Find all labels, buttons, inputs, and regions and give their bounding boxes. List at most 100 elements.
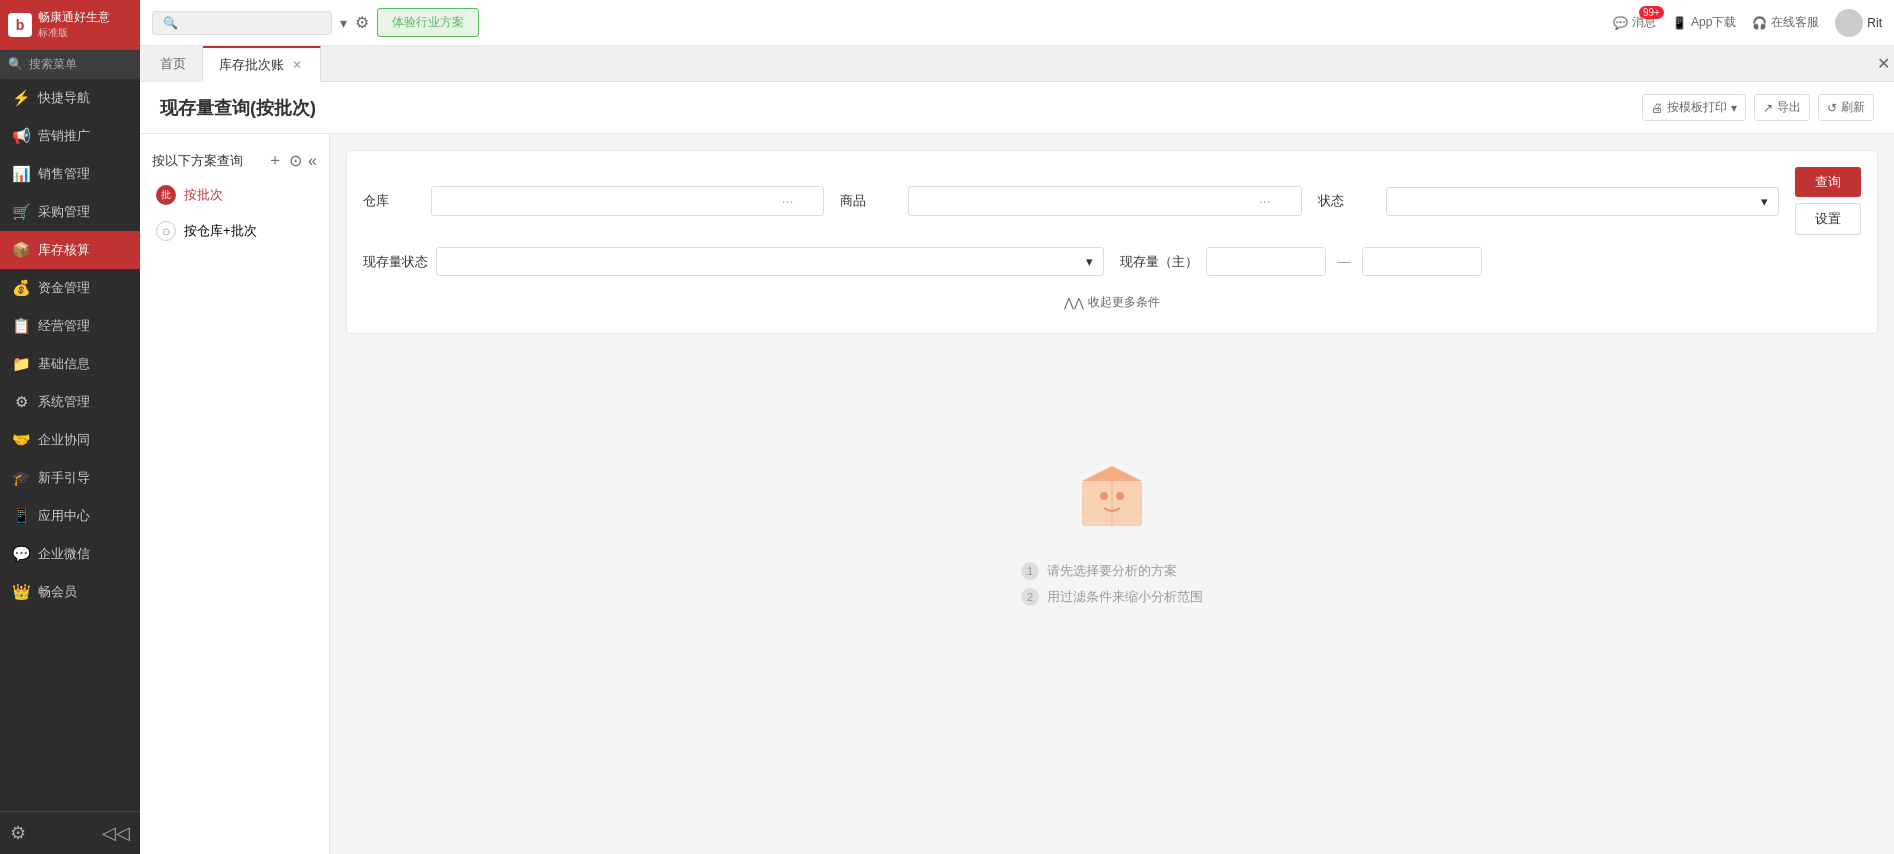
warehouse-filter-input[interactable]: ··· [431, 186, 824, 216]
inventory-status-label: 现存量状态 [363, 253, 428, 271]
message-badge: 99+ [1639, 6, 1664, 19]
tab-close-button[interactable]: ✕ [290, 58, 304, 72]
user-avatar-button[interactable]: Rit [1835, 9, 1882, 37]
headset-icon: 🎧 [1752, 16, 1767, 30]
query-button[interactable]: 查询 [1795, 167, 1861, 197]
right-panel: 仓库 ··· 商品 ··· [330, 134, 1894, 854]
left-panel-actions: ＋ ⊙ « [267, 150, 317, 171]
export-button[interactable]: ↗ 导出 [1754, 94, 1810, 121]
sidebar-item-vip[interactable]: 👑 畅会员 [0, 573, 140, 611]
message-icon: 💬 [1613, 16, 1628, 30]
print-button[interactable]: 🖨 按模板打印 ▾ [1642, 94, 1746, 121]
topbar-search-input[interactable] [184, 16, 304, 30]
topbar: 🔍 ▾ ⚙ 体验行业方案 💬 消息 99+ 📱 App下载 🎧 在线客服 [140, 0, 1894, 46]
topbar-search-area[interactable]: 🔍 [152, 11, 332, 35]
quick-nav-icon: ⚡ [12, 89, 30, 107]
sidebar-nav: ⚡ 快捷导航 📢 营销推广 📊 销售管理 🛒 采购管理 📦 库存核算 💰 [0, 79, 140, 811]
empty-tip-2: 2 用过滤条件来缩小分析范围 [1021, 588, 1203, 606]
vip-icon: 👑 [12, 583, 30, 601]
enterprise-wechat-icon: 💬 [12, 545, 30, 563]
empty-state: 1 请先选择要分析的方案 2 用过滤条件来缩小分析范围 [346, 346, 1878, 686]
sidebar-item-system[interactable]: ⚙ 系统管理 [0, 383, 140, 421]
export-icon: ↗ [1763, 101, 1773, 115]
experience-button[interactable]: 体验行业方案 [377, 8, 479, 37]
topbar-dropdown-button[interactable]: ▾ [340, 15, 347, 31]
filter-item-product: 商品 ··· [840, 186, 1301, 216]
sidebar-header: b 畅康通好生意 标准版 [0, 0, 140, 50]
app-center-icon: 📱 [12, 507, 30, 525]
page-area: 现存量查询(按批次) 🖨 按模板打印 ▾ ↗ 导出 ↺ 刷新 [140, 82, 1894, 854]
tab-home[interactable]: 首页 [144, 46, 203, 82]
sidebar-item-operation[interactable]: 📋 经营管理 [0, 307, 140, 345]
collapse-chevron-up-icon: ⋀⋀ [1064, 296, 1084, 310]
empty-icon-area [1052, 426, 1172, 546]
settings-footer-button[interactable]: ⚙ [10, 822, 26, 844]
filter-row-1: 仓库 ··· 商品 ··· [363, 167, 1861, 235]
status-filter-select[interactable]: ▾ [1386, 187, 1779, 216]
printer-icon: 🖨 [1651, 101, 1663, 115]
inventory-status-select[interactable]: ▾ [436, 247, 1104, 276]
filter-action-buttons: 查询 设置 [1795, 167, 1861, 235]
tabbar-close-button[interactable]: ✕ [1877, 54, 1890, 73]
marketing-icon: 📢 [12, 127, 30, 145]
sidebar: b 畅康通好生意 标准版 🔍 搜索菜单 ⚡ 快捷导航 📢 营销推广 📊 [0, 0, 140, 854]
warehouse-more-icon[interactable]: ··· [782, 193, 794, 209]
select-chevron-icon: ▾ [1761, 194, 1768, 209]
plan-item-batch[interactable]: 批 按批次 [140, 177, 329, 213]
sidebar-item-newbie[interactable]: 🎓 新手引导 [0, 459, 140, 497]
topbar-gear-button[interactable]: ⚙ [355, 13, 369, 32]
username-label: Rit [1867, 16, 1882, 30]
app-download-button[interactable]: 📱 App下载 [1672, 14, 1736, 31]
filter-section: 仓库 ··· 商品 ··· [346, 150, 1878, 334]
collapse-more-btn[interactable]: ⋀⋀ 收起更多条件 [363, 288, 1861, 317]
add-plan-button[interactable]: ＋ [267, 150, 283, 171]
app-version: 标准版 [38, 26, 110, 40]
search-menu-button[interactable]: 🔍 搜索菜单 [0, 50, 140, 79]
svg-point-4 [1116, 492, 1124, 500]
product-filter-input[interactable]: ··· [908, 186, 1301, 216]
finance-icon: 💰 [12, 279, 30, 297]
enterprise-icon: 🤝 [12, 431, 30, 449]
collapse-panel-button[interactable]: « [308, 152, 317, 170]
inventory-qty-min-input[interactable] [1206, 247, 1326, 276]
main-content: 🔍 ▾ ⚙ 体验行业方案 💬 消息 99+ 📱 App下载 🎧 在线客服 [140, 0, 1894, 854]
sidebar-item-marketing[interactable]: 📢 营销推广 [0, 117, 140, 155]
refresh-button[interactable]: ↺ 刷新 [1818, 94, 1874, 121]
left-panel: 按以下方案查询 ＋ ⊙ « 批 按批次 ⊙ 按仓库+批次 [140, 134, 330, 854]
sidebar-item-quick-nav[interactable]: ⚡ 快捷导航 [0, 79, 140, 117]
phone-icon: 📱 [1672, 16, 1687, 30]
sidebar-item-enterprise[interactable]: 🤝 企业协同 [0, 421, 140, 459]
app-name: 畅康通好生意 [38, 10, 110, 26]
app-logo: b [8, 13, 32, 37]
sales-icon: 📊 [12, 165, 30, 183]
content-area: 按以下方案查询 ＋ ⊙ « 批 按批次 ⊙ 按仓库+批次 [140, 134, 1894, 854]
page-header: 现存量查询(按批次) 🖨 按模板打印 ▾ ↗ 导出 ↺ 刷新 [140, 82, 1894, 134]
empty-tip-1: 1 请先选择要分析的方案 [1021, 562, 1203, 580]
filter-item-warehouse: 仓库 ··· [363, 186, 824, 216]
notification-button[interactable]: 💬 消息 99+ [1613, 14, 1656, 31]
plan-item-warehouse-batch[interactable]: ⊙ 按仓库+批次 [140, 213, 329, 249]
sidebar-item-purchase[interactable]: 🛒 采购管理 [0, 193, 140, 231]
sidebar-item-enterprise-wechat[interactable]: 💬 企业微信 [0, 535, 140, 573]
inventory-icon: 📦 [12, 241, 30, 259]
sidebar-item-basic-info[interactable]: 📁 基础信息 [0, 345, 140, 383]
online-service-button[interactable]: 🎧 在线客服 [1752, 14, 1819, 31]
sidebar-item-finance[interactable]: 💰 资金管理 [0, 269, 140, 307]
inventory-qty-max-input[interactable] [1362, 247, 1482, 276]
left-panel-header: 按以下方案查询 ＋ ⊙ « [140, 144, 329, 177]
warehouse-filter-label: 仓库 [363, 192, 423, 210]
manage-plan-button[interactable]: ⊙ [289, 151, 302, 170]
search-icon: 🔍 [8, 57, 23, 71]
sidebar-item-app-center[interactable]: 📱 应用中心 [0, 497, 140, 535]
sidebar-item-sales[interactable]: 📊 销售管理 [0, 155, 140, 193]
sidebar-footer: ⚙ ◁◁ [0, 811, 140, 854]
system-icon: ⚙ [12, 393, 30, 411]
settings-button[interactable]: 设置 [1795, 203, 1861, 235]
filter-row-2: 现存量状态 ▾ 现存量（主） — [363, 247, 1861, 276]
collapse-sidebar-button[interactable]: ◁◁ [102, 822, 130, 844]
product-more-icon[interactable]: ··· [1259, 193, 1271, 209]
print-dropdown-icon: ▾ [1731, 101, 1737, 115]
tab-batch-account[interactable]: 库存批次账 ✕ [203, 46, 321, 82]
inventory-qty-label: 现存量（主） [1120, 253, 1198, 271]
sidebar-item-inventory[interactable]: 📦 库存核算 [0, 231, 140, 269]
